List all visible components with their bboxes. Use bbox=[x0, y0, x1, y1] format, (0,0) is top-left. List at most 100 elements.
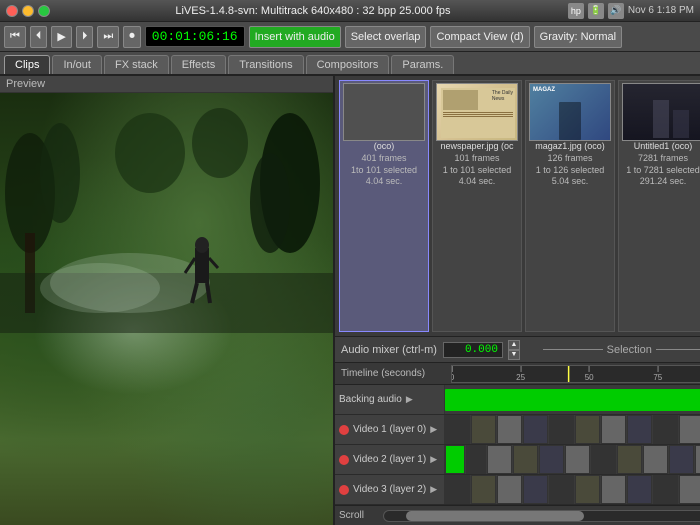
backing-audio-bar bbox=[445, 389, 700, 411]
track-dot-video3[interactable] bbox=[339, 485, 349, 495]
vt-thumb bbox=[669, 445, 694, 474]
tab-clips[interactable]: Clips bbox=[4, 55, 50, 74]
selection-label: Selection bbox=[607, 344, 652, 356]
clip-info-clip1: 401 frames1to 101 selected4.04 sec. bbox=[351, 153, 417, 188]
track-content-backing[interactable] bbox=[445, 385, 700, 414]
vt-thumb bbox=[549, 475, 574, 504]
clip-thumbnail-clip4 bbox=[622, 83, 700, 141]
clock: Nov 6 1:18 PM bbox=[628, 5, 694, 16]
spin-down-left[interactable]: ▼ bbox=[508, 350, 520, 360]
fast-forward-button[interactable]: ⏭ bbox=[97, 26, 119, 48]
preview-scene-svg bbox=[0, 93, 333, 525]
track-content-video2[interactable] bbox=[445, 445, 700, 474]
audio-icon: 🔊 bbox=[608, 3, 624, 19]
vt-thumb bbox=[601, 475, 626, 504]
selection-line-left bbox=[543, 349, 603, 350]
play-button[interactable]: ▶ bbox=[51, 26, 71, 48]
timeline-label: Timeline (seconds) bbox=[341, 368, 451, 379]
track-label-video1: Video 1 (layer 0)▶ bbox=[335, 415, 445, 444]
vt-thumb bbox=[679, 475, 700, 504]
tab-transitions[interactable]: Transitions bbox=[228, 55, 303, 74]
vt-thumb bbox=[466, 445, 486, 474]
track-dot-video1[interactable] bbox=[339, 425, 349, 435]
scrollbar-thumb[interactable] bbox=[406, 511, 584, 521]
vt-thumb bbox=[653, 415, 678, 444]
tab-effects[interactable]: Effects bbox=[171, 55, 226, 74]
audio-mixer-row: Audio mixer (ctrl-m) ▲ ▼ Selection ▶ ▲ ▼ bbox=[335, 337, 700, 363]
close-button[interactable] bbox=[6, 5, 18, 17]
video-track-mosaic-video1 bbox=[445, 415, 700, 444]
vt-thumb bbox=[471, 475, 496, 504]
track-arrow-video1[interactable]: ▶ bbox=[430, 424, 437, 435]
track-row-video2: Video 2 (layer 1)▶ bbox=[335, 445, 700, 475]
audio-value-left[interactable] bbox=[443, 342, 503, 358]
clip-item-clip2[interactable]: The DailyNews newspaper.jpg (oc 101 frame… bbox=[432, 80, 522, 332]
clip-item-clip1[interactable]: (oco)401 frames1to 101 selected4.04 sec. bbox=[339, 80, 429, 332]
track-arrow-video2[interactable]: ▶ bbox=[430, 454, 437, 465]
scrollbar-track[interactable] bbox=[383, 510, 700, 522]
minimize-button[interactable] bbox=[22, 5, 34, 17]
vt-thumb bbox=[445, 445, 465, 474]
gravity-button[interactable]: Gravity: Normal bbox=[534, 26, 622, 48]
track-row-backing: Backing audio▶ bbox=[335, 385, 700, 415]
prev-frame-button[interactable]: ⏴ bbox=[30, 26, 48, 48]
vt-thumb bbox=[575, 475, 600, 504]
battery-icon: 🔋 bbox=[588, 3, 604, 19]
spin-up-left[interactable]: ▲ bbox=[508, 340, 520, 350]
track-dot-video2[interactable] bbox=[339, 455, 349, 465]
vt-thumb bbox=[679, 415, 700, 444]
insert-with-audio-button[interactable]: Insert with audio bbox=[249, 26, 341, 48]
vt-thumb bbox=[549, 415, 574, 444]
track-content-video1[interactable] bbox=[445, 415, 700, 444]
tab-fxstack[interactable]: FX stack bbox=[104, 55, 169, 74]
audio-spinner-left[interactable]: ▲ ▼ bbox=[508, 340, 520, 360]
timeline-ruler[interactable]: 0 25 50 75 100 125 bbox=[451, 365, 700, 383]
bottom-area: (oco)401 frames1to 101 selected4.04 sec.… bbox=[335, 76, 700, 525]
selection-bar: Selection ▶ bbox=[526, 343, 700, 356]
vt-thumb bbox=[523, 475, 548, 504]
track-arrow-video3[interactable]: ▶ bbox=[430, 484, 437, 495]
clip-info-clip2: 101 frames1 to 101 selected4.04 sec. bbox=[443, 153, 512, 188]
clip-name-clip3: magaz1.jpg (oco) bbox=[535, 141, 605, 151]
tracks-container: Backing audio▶Video 1 (layer 0)▶Video 2 … bbox=[335, 385, 700, 505]
track-row-video1: Video 1 (layer 0)▶ bbox=[335, 415, 700, 445]
clip-item-clip3[interactable]: MAGAZ magaz1.jpg (oco) 126 frames1 to 126… bbox=[525, 80, 615, 332]
vt-thumb bbox=[471, 415, 496, 444]
select-overlap-button[interactable]: Select overlap bbox=[345, 26, 427, 48]
track-content-video3[interactable] bbox=[445, 475, 700, 504]
compact-view-button[interactable]: Compact View (d) bbox=[430, 26, 529, 48]
clip-info-clip3: 126 frames1 to 126 selected5.04 sec. bbox=[536, 153, 605, 188]
clip-name-clip2: newspaper.jpg (oc bbox=[440, 141, 513, 151]
vt-thumb bbox=[627, 415, 652, 444]
ruler-marks: 0 25 50 75 100 125 bbox=[452, 366, 700, 382]
tab-inout[interactable]: In/out bbox=[52, 55, 102, 74]
preview-canvas bbox=[0, 93, 333, 525]
playhead-svg bbox=[452, 366, 700, 382]
vt-thumb bbox=[513, 445, 538, 474]
video-track-mosaic-video2 bbox=[445, 445, 700, 474]
next-frame-button[interactable]: ⏵ bbox=[76, 26, 94, 48]
rewind-button[interactable]: ⏮ bbox=[4, 26, 26, 48]
timecode-display: 00:01:06:16 bbox=[145, 26, 245, 47]
vt-thumb bbox=[617, 445, 642, 474]
preview-label: Preview bbox=[0, 76, 333, 93]
track-label-backing: Backing audio▶ bbox=[335, 385, 445, 414]
clip-thumbnail-clip2: The DailyNews bbox=[436, 83, 518, 141]
vt-thumb bbox=[575, 415, 600, 444]
track-label-video2: Video 2 (layer 1)▶ bbox=[335, 445, 445, 474]
vt-thumb bbox=[523, 415, 548, 444]
record-button[interactable]: ⏺ bbox=[123, 26, 141, 48]
main-content: Preview bbox=[0, 76, 700, 525]
video-track-mosaic-video3 bbox=[445, 475, 700, 504]
clip-thumbnail-clip3: MAGAZ bbox=[529, 83, 611, 141]
window-controls[interactable] bbox=[6, 5, 50, 17]
clip-item-clip4[interactable]: Untitled1 (oco)7281 frames1 to 7281 sele… bbox=[618, 80, 700, 332]
preview-background bbox=[0, 93, 333, 525]
vt-thumb bbox=[653, 475, 678, 504]
tab-params[interactable]: Params. bbox=[391, 55, 454, 74]
window-title: LiVES-1.4.8-svn: Multitrack 640x480 : 32… bbox=[58, 5, 568, 17]
track-arrow-backing[interactable]: ▶ bbox=[406, 394, 413, 405]
titlebar: LiVES-1.4.8-svn: Multitrack 640x480 : 32… bbox=[0, 0, 700, 22]
tab-compositors[interactable]: Compositors bbox=[306, 55, 390, 74]
maximize-button[interactable] bbox=[38, 5, 50, 17]
